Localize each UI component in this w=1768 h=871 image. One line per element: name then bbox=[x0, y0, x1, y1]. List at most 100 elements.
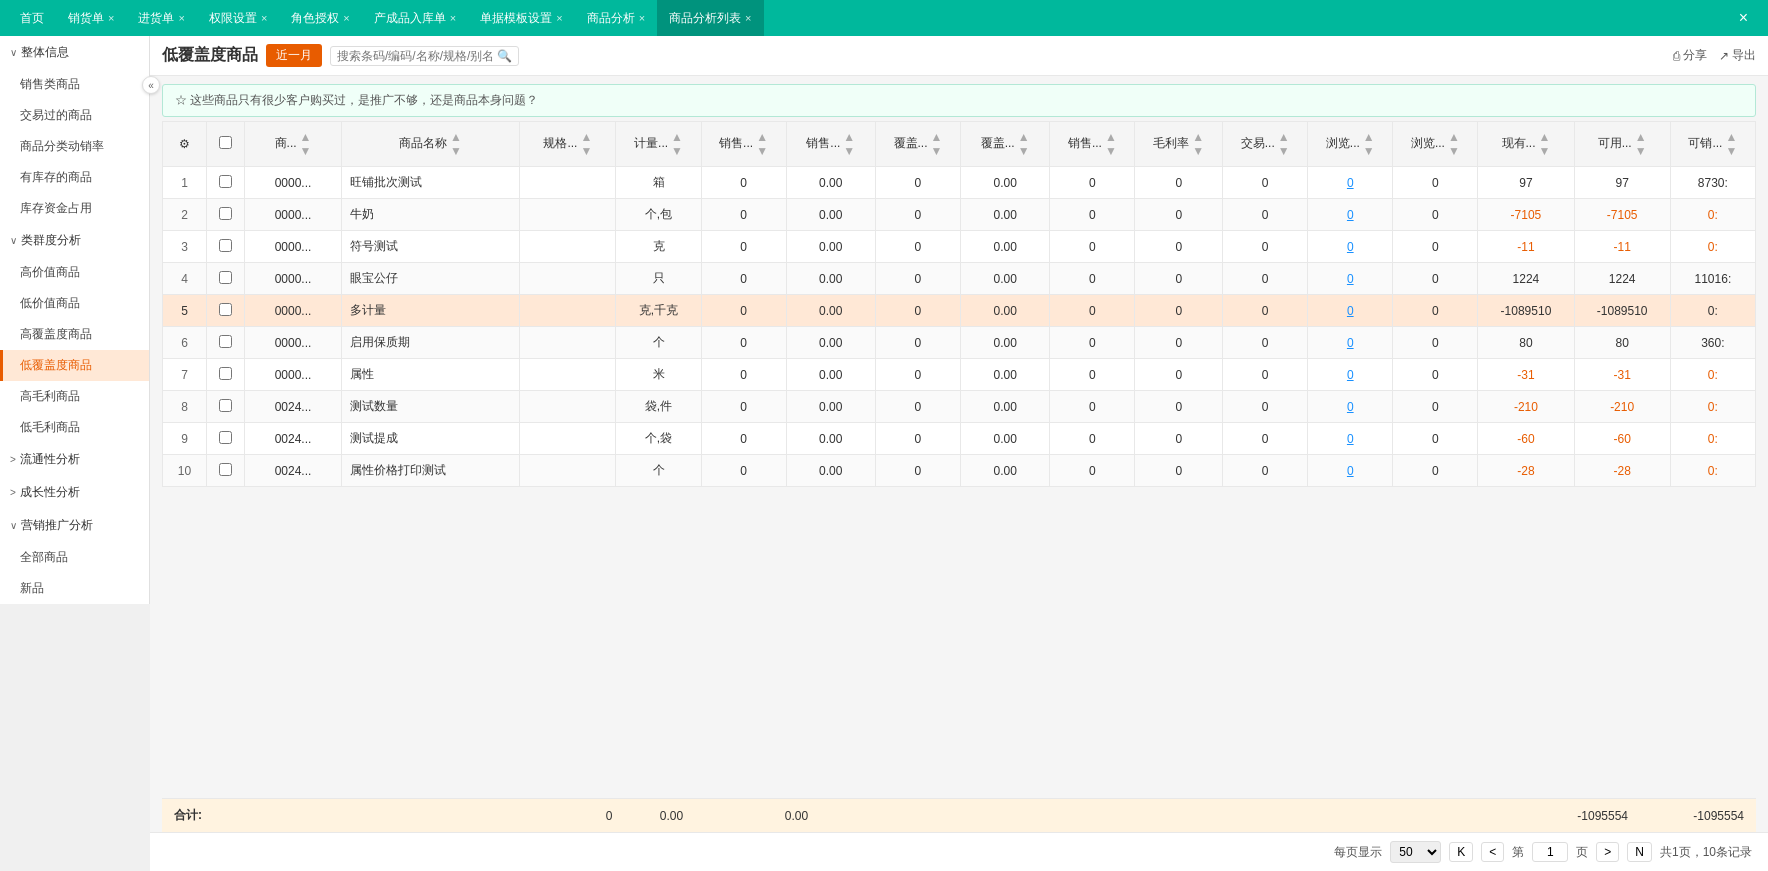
th-settings[interactable]: ⚙ bbox=[163, 122, 207, 167]
nav-item-analysis[interactable]: 商品分析 × bbox=[575, 0, 657, 36]
th-cover-amt[interactable]: 覆盖...▲▼ bbox=[960, 122, 1049, 167]
nav-item-purchase[interactable]: 进货单 × bbox=[126, 0, 196, 36]
th-browse-rate[interactable]: 浏览...▲▼ bbox=[1393, 122, 1478, 167]
row-name: 测试提成 bbox=[341, 423, 520, 455]
row-cover-num: 0 bbox=[875, 423, 960, 455]
sidebar-section-overall[interactable]: ∨ 整体信息 bbox=[0, 36, 149, 69]
th-sales-num[interactable]: 销售...▲▼ bbox=[701, 122, 786, 167]
sidebar-item-high-gross[interactable]: 高毛利商品 bbox=[0, 381, 149, 412]
sidebar-item-all-products[interactable]: 全部商品 bbox=[0, 542, 149, 573]
window-close-button[interactable]: × bbox=[1727, 9, 1760, 27]
sidebar-item-low-value[interactable]: 低价值商品 bbox=[0, 288, 149, 319]
nav-item-warehouse[interactable]: 产成品入库单 × bbox=[362, 0, 468, 36]
th-current-stock[interactable]: 现有...▲▼ bbox=[1478, 122, 1574, 167]
row-num: 6 bbox=[163, 327, 207, 359]
nav-item-analysis-list[interactable]: 商品分析列表 × bbox=[657, 0, 763, 36]
row-code: 0000... bbox=[245, 231, 341, 263]
th-checkbox[interactable] bbox=[206, 122, 244, 167]
row-sales-amt: 0.00 bbox=[786, 391, 875, 423]
sidebar-section-circulation[interactable]: > 流通性分析 bbox=[0, 443, 149, 476]
nav-close-analysis[interactable]: × bbox=[639, 12, 645, 24]
row-checkbox[interactable] bbox=[206, 391, 244, 423]
nav-close-roles[interactable]: × bbox=[343, 12, 349, 24]
export-button[interactable]: ↗ 导出 bbox=[1719, 47, 1756, 64]
sidebar-item-traded-products[interactable]: 交易过的商品 bbox=[0, 100, 149, 131]
table-container[interactable]: ⚙ 商...▲▼ 商品名称▲▼ 规格...▲▼ 计量...▲▼ 销售...▲▼ … bbox=[162, 121, 1756, 798]
search-input[interactable] bbox=[337, 49, 497, 63]
row-sales-amt: 0.00 bbox=[786, 359, 875, 391]
th-sales-cnt[interactable]: 销售...▲▼ bbox=[1050, 122, 1135, 167]
page-number-input[interactable] bbox=[1532, 842, 1568, 862]
sidebar-section-coverage[interactable]: ∨ 类群度分析 bbox=[0, 224, 149, 257]
sidebar-item-sales-products[interactable]: 销售类商品 bbox=[0, 69, 149, 100]
th-salable[interactable]: 可销...▲▼ bbox=[1670, 122, 1755, 167]
row-checkbox[interactable] bbox=[206, 455, 244, 487]
row-current-stock: 80 bbox=[1478, 327, 1574, 359]
sidebar-item-low-coverage[interactable]: 低覆盖度商品 bbox=[0, 350, 149, 381]
row-checkbox[interactable] bbox=[206, 327, 244, 359]
share-button[interactable]: ⎙ 分享 bbox=[1673, 47, 1707, 64]
sidebar-item-category-rate[interactable]: 商品分类动销率 bbox=[0, 131, 149, 162]
th-trans[interactable]: 交易...▲▼ bbox=[1223, 122, 1308, 167]
nav-item-permissions[interactable]: 权限设置 × bbox=[197, 0, 279, 36]
nav-close-permissions[interactable]: × bbox=[261, 12, 267, 24]
th-avail-stock[interactable]: 可用...▲▼ bbox=[1574, 122, 1670, 167]
row-name: 符号测试 bbox=[341, 231, 520, 263]
sidebar-item-high-value[interactable]: 高价值商品 bbox=[0, 257, 149, 288]
th-name[interactable]: 商品名称▲▼ bbox=[341, 122, 520, 167]
nav-close-sales[interactable]: × bbox=[108, 12, 114, 24]
sidebar-item-new-products[interactable]: 新品 bbox=[0, 573, 149, 604]
th-spec[interactable]: 规格...▲▼ bbox=[520, 122, 616, 167]
first-page-button[interactable]: K bbox=[1449, 842, 1473, 862]
sidebar-section-marketing[interactable]: ∨ 营销推广分析 bbox=[0, 509, 149, 542]
page-label: 第 bbox=[1512, 844, 1524, 861]
th-code[interactable]: 商...▲▼ bbox=[245, 122, 341, 167]
nav-close-warehouse[interactable]: × bbox=[450, 12, 456, 24]
search-icon[interactable]: 🔍 bbox=[497, 49, 512, 63]
sidebar-item-low-gross[interactable]: 低毛利商品 bbox=[0, 412, 149, 443]
th-sales-amt[interactable]: 销售...▲▼ bbox=[786, 122, 875, 167]
last-page-button[interactable]: N bbox=[1627, 842, 1652, 862]
th-gross[interactable]: 毛利率▲▼ bbox=[1135, 122, 1223, 167]
row-checkbox[interactable] bbox=[206, 199, 244, 231]
row-browse-num: 0 bbox=[1308, 231, 1393, 263]
sidebar-item-stocked-products[interactable]: 有库存的商品 bbox=[0, 162, 149, 193]
row-gross: 0 bbox=[1135, 231, 1223, 263]
nav-item-home[interactable]: 首页 bbox=[8, 0, 56, 36]
sidebar-collapse-button[interactable]: « bbox=[142, 76, 160, 94]
nav-close-purchase[interactable]: × bbox=[178, 12, 184, 24]
row-unit: 克,千克 bbox=[616, 295, 701, 327]
row-code: 0000... bbox=[245, 359, 341, 391]
nav-close-template[interactable]: × bbox=[556, 12, 562, 24]
row-checkbox[interactable] bbox=[206, 295, 244, 327]
th-browse-num[interactable]: 浏览...▲▼ bbox=[1308, 122, 1393, 167]
row-sales-amt: 0.00 bbox=[786, 327, 875, 359]
prev-page-button[interactable]: < bbox=[1481, 842, 1504, 862]
row-code: 0024... bbox=[245, 391, 341, 423]
select-all-checkbox[interactable] bbox=[219, 136, 232, 149]
th-unit[interactable]: 计量...▲▼ bbox=[616, 122, 701, 167]
total-info: 共1页，10条记录 bbox=[1660, 844, 1752, 861]
time-filter-button[interactable]: 近一月 bbox=[266, 44, 322, 67]
nav-item-template[interactable]: 单据模板设置 × bbox=[468, 0, 574, 36]
next-page-button[interactable]: > bbox=[1596, 842, 1619, 862]
page-size-select[interactable]: 50 100 200 bbox=[1390, 841, 1441, 863]
sidebar-item-high-coverage[interactable]: 高覆盖度商品 bbox=[0, 319, 149, 350]
row-browse-rate: 0 bbox=[1393, 359, 1478, 391]
row-checkbox[interactable] bbox=[206, 263, 244, 295]
row-current-stock: -31 bbox=[1478, 359, 1574, 391]
row-checkbox[interactable] bbox=[206, 359, 244, 391]
row-checkbox[interactable] bbox=[206, 167, 244, 199]
pagination-bar: 每页显示 50 100 200 K < 第 页 > N 共1页，10条记录 bbox=[150, 832, 1768, 871]
sidebar-section-growth[interactable]: > 成长性分析 bbox=[0, 476, 149, 509]
top-navigation: 首页 销货单 × 进货单 × 权限设置 × 角色授权 × 产成品入库单 × 单据… bbox=[0, 0, 1768, 36]
nav-item-roles[interactable]: 角色授权 × bbox=[279, 0, 361, 36]
sidebar-item-stock-capital[interactable]: 库存资金占用 bbox=[0, 193, 149, 224]
nav-close-analysis-list[interactable]: × bbox=[745, 12, 751, 24]
nav-item-sales[interactable]: 销货单 × bbox=[56, 0, 126, 36]
row-browse-rate: 0 bbox=[1393, 423, 1478, 455]
th-cover-num[interactable]: 覆盖...▲▼ bbox=[875, 122, 960, 167]
row-checkbox[interactable] bbox=[206, 423, 244, 455]
row-checkbox[interactable] bbox=[206, 231, 244, 263]
row-trans: 0 bbox=[1223, 423, 1308, 455]
